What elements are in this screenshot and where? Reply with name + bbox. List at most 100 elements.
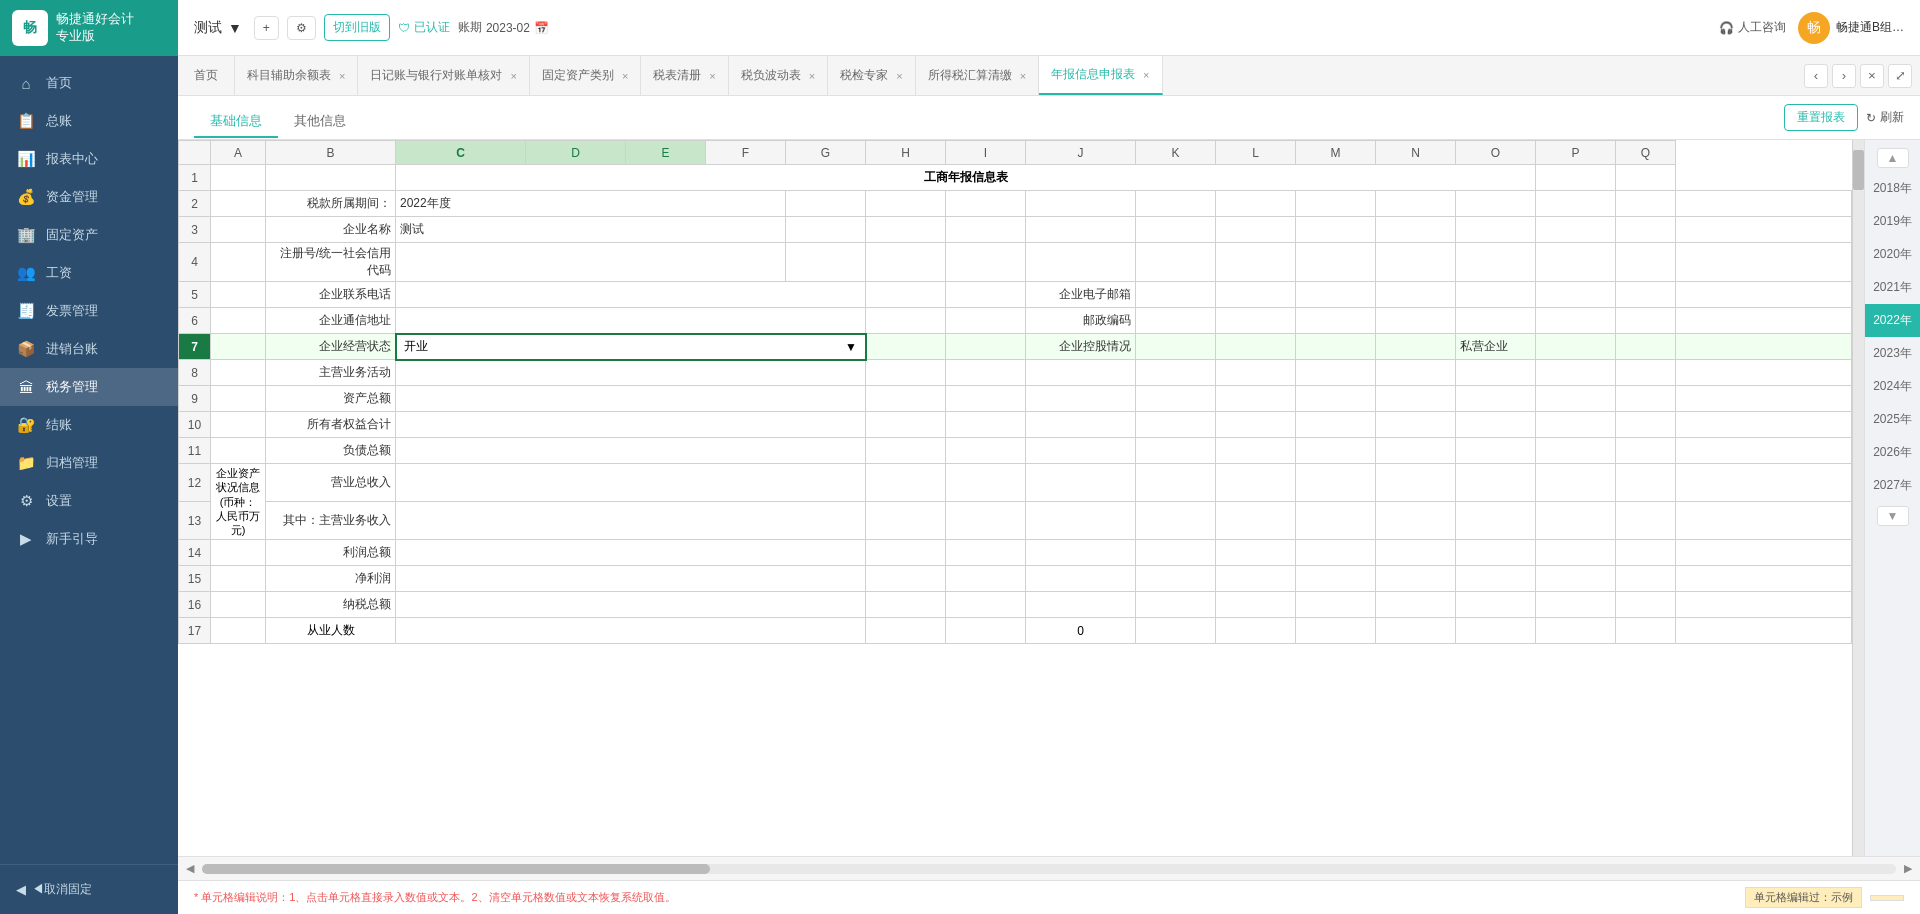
cell-8n[interactable]	[1376, 360, 1456, 386]
sub-tab-basic[interactable]: 基础信息	[194, 106, 278, 138]
tab-annual-report[interactable]: 年报信息申报表 ×	[1039, 56, 1162, 95]
cell-4j[interactable]	[1026, 243, 1136, 282]
tab-close-insp[interactable]: ×	[896, 70, 902, 82]
cell-16c[interactable]	[396, 592, 866, 618]
cell-15m[interactable]	[1296, 566, 1376, 592]
cell-8r[interactable]	[1676, 360, 1852, 386]
tab-expand[interactable]: ⤢	[1888, 64, 1912, 88]
cell-13i[interactable]	[946, 502, 1026, 540]
cell-1q[interactable]	[1536, 165, 1616, 191]
cell-2l[interactable]	[1216, 191, 1296, 217]
cell-7m[interactable]	[1296, 334, 1376, 360]
cell-9o[interactable]	[1456, 386, 1536, 412]
cell-6r[interactable]	[1676, 308, 1852, 334]
cell-10p[interactable]	[1536, 412, 1616, 438]
user-menu[interactable]: 畅 畅捷通B组…	[1798, 12, 1904, 44]
cell-12o[interactable]	[1456, 464, 1536, 502]
year-item-2023[interactable]: 2023年	[1865, 337, 1920, 370]
cell-4a[interactable]	[211, 243, 266, 282]
year-item-2019[interactable]: 2019年	[1865, 205, 1920, 238]
col-header-d[interactable]: D	[526, 141, 626, 165]
cell-14a[interactable]	[211, 540, 266, 566]
col-header-h[interactable]: H	[866, 141, 946, 165]
cell-16i[interactable]	[946, 592, 1026, 618]
cell-4q[interactable]	[1616, 243, 1676, 282]
cell-10r[interactable]	[1676, 412, 1852, 438]
cell-7a[interactable]	[211, 334, 266, 360]
cell-5o[interactable]	[1456, 282, 1536, 308]
cell-9a[interactable]	[211, 386, 266, 412]
tab-close-all[interactable]: ×	[1860, 64, 1884, 88]
col-header-q[interactable]: Q	[1616, 141, 1676, 165]
cell-17p[interactable]	[1536, 618, 1616, 644]
cell-2i[interactable]	[946, 191, 1026, 217]
col-header-g[interactable]: G	[786, 141, 866, 165]
cell-7b[interactable]: 企业经营状态	[266, 334, 396, 360]
tab-close-income[interactable]: ×	[1020, 70, 1026, 82]
year-item-2025[interactable]: 2025年	[1865, 403, 1920, 436]
cell-8h[interactable]	[866, 360, 946, 386]
cell-11q[interactable]	[1616, 438, 1676, 464]
cell-8j[interactable]	[1026, 360, 1136, 386]
cell-9m[interactable]	[1296, 386, 1376, 412]
cell-3b[interactable]: 企业名称	[266, 217, 396, 243]
year-item-2021[interactable]: 2021年	[1865, 271, 1920, 304]
cell-9c[interactable]	[396, 386, 866, 412]
cell-11c[interactable]	[396, 438, 866, 464]
horizontal-scrollbar[interactable]	[202, 864, 1896, 874]
cell-9q[interactable]	[1616, 386, 1676, 412]
cell-14j[interactable]	[1026, 540, 1136, 566]
cell-4p[interactable]	[1536, 243, 1616, 282]
tab-close-annual[interactable]: ×	[1143, 69, 1149, 81]
cell-8m[interactable]	[1296, 360, 1376, 386]
cell-3g[interactable]	[786, 217, 866, 243]
cell-5j[interactable]: 企业电子邮箱	[1026, 282, 1136, 308]
sidebar-item-guide[interactable]: ▶ 新手引导	[0, 520, 178, 558]
cell-12a-merged[interactable]: 企业资产状况信息(币种：人民币万元)	[211, 464, 266, 540]
cell-3o[interactable]	[1456, 217, 1536, 243]
cell-6m[interactable]	[1296, 308, 1376, 334]
cell-10q[interactable]	[1616, 412, 1676, 438]
cell-8o[interactable]	[1456, 360, 1536, 386]
cell-5k[interactable]	[1136, 282, 1216, 308]
cell-12l[interactable]	[1216, 464, 1296, 502]
cell-16r[interactable]	[1676, 592, 1852, 618]
col-header-l[interactable]: L	[1216, 141, 1296, 165]
cell-2a[interactable]	[211, 191, 266, 217]
cell-1-title[interactable]: 工商年报信息表	[396, 165, 1536, 191]
cell-1a[interactable]	[211, 165, 266, 191]
cancel-fixed-button[interactable]: ◀ ◀取消固定	[0, 873, 178, 906]
cell-2j[interactable]	[1026, 191, 1136, 217]
cell-6o[interactable]	[1456, 308, 1536, 334]
cell-6n[interactable]	[1376, 308, 1456, 334]
cell-2n[interactable]	[1376, 191, 1456, 217]
cell-14k[interactable]	[1136, 540, 1216, 566]
cell-10h[interactable]	[866, 412, 946, 438]
tab-close-fixed[interactable]: ×	[622, 70, 628, 82]
year-nav-down[interactable]: ▼	[1877, 506, 1909, 526]
cell-8q[interactable]	[1616, 360, 1676, 386]
cell-17j[interactable]: 0	[1026, 618, 1136, 644]
cell-6q[interactable]	[1616, 308, 1676, 334]
col-header-b[interactable]: B	[266, 141, 396, 165]
cell-11n[interactable]	[1376, 438, 1456, 464]
cell-3n[interactable]	[1376, 217, 1456, 243]
cell-9k[interactable]	[1136, 386, 1216, 412]
cell-3c[interactable]: 测试	[396, 217, 786, 243]
cell-11i[interactable]	[946, 438, 1026, 464]
cell-17l[interactable]	[1216, 618, 1296, 644]
cell-13j[interactable]	[1026, 502, 1136, 540]
cell-15h[interactable]	[866, 566, 946, 592]
cell-3r[interactable]	[1676, 217, 1852, 243]
sidebar-item-reports[interactable]: 📊 报表中心	[0, 140, 178, 178]
cell-13c[interactable]	[396, 502, 866, 540]
cell-8k[interactable]	[1136, 360, 1216, 386]
cell-15p[interactable]	[1536, 566, 1616, 592]
cell-17r[interactable]	[1676, 618, 1852, 644]
old-version-button[interactable]: 切到旧版	[324, 14, 390, 41]
cell-14n[interactable]	[1376, 540, 1456, 566]
cell-12c[interactable]	[396, 464, 866, 502]
cell-8b[interactable]: 主营业务活动	[266, 360, 396, 386]
col-header-j[interactable]: J	[1026, 141, 1136, 165]
cell-13k[interactable]	[1136, 502, 1216, 540]
